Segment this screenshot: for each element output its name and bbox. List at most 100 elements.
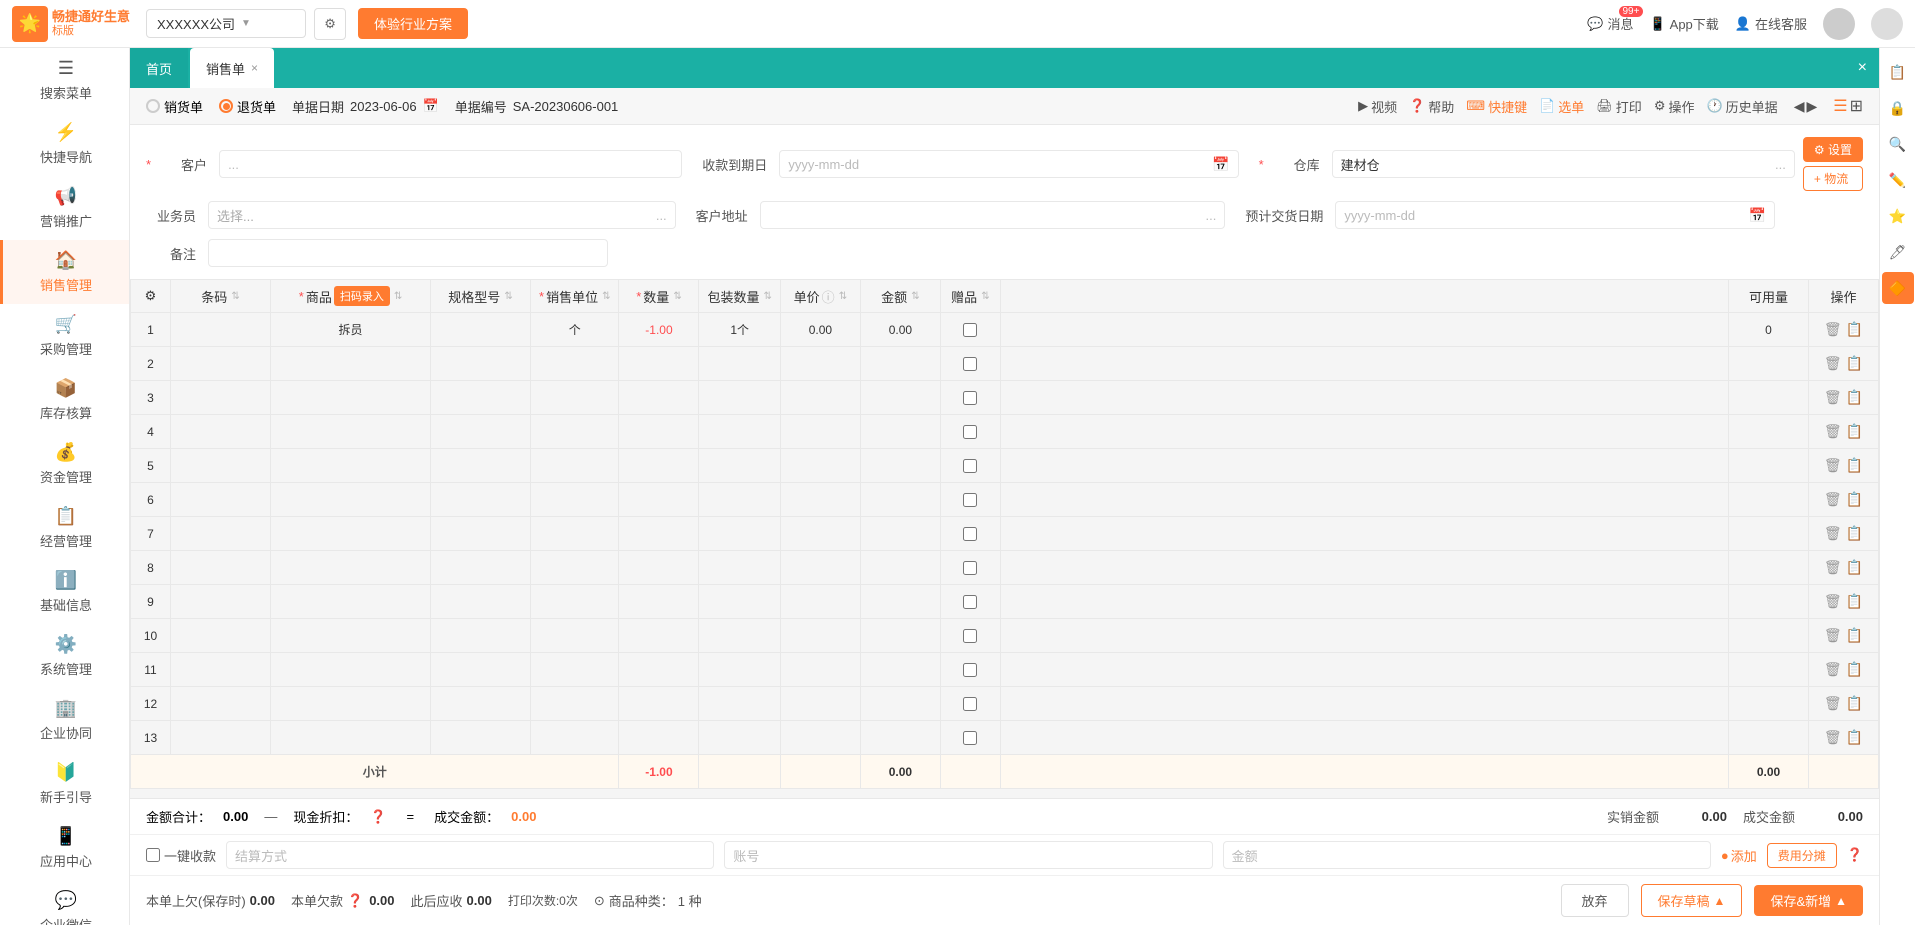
gift-checkbox[interactable]: [963, 391, 977, 405]
sidebar-item-sales-mgmt[interactable]: 🏠 销售管理: [0, 240, 129, 304]
cell-gift[interactable]: [940, 483, 1000, 517]
cell-qty[interactable]: [619, 449, 699, 483]
cell-price[interactable]: [780, 585, 860, 619]
copy-icon[interactable]: 📋: [1846, 423, 1863, 440]
cell-price[interactable]: [780, 483, 860, 517]
toolbar-history[interactable]: 🕐 历史单据: [1706, 97, 1777, 116]
debt-question-icon[interactable]: ❓: [347, 893, 363, 909]
right-panel-pen-button[interactable]: 🖊: [1882, 236, 1914, 268]
cell-price[interactable]: [780, 653, 860, 687]
app-download-button[interactable]: 📱 App下载: [1649, 14, 1718, 33]
amount-input[interactable]: 金额: [1223, 841, 1711, 869]
delivery-date-input[interactable]: yyyy-mm-dd 📅: [1335, 201, 1775, 229]
fee-question-icon[interactable]: ❓: [1847, 847, 1863, 863]
copy-icon[interactable]: 📋: [1846, 389, 1863, 406]
sidebar-item-app-center[interactable]: 📱 应用中心: [0, 816, 129, 880]
cell-spec[interactable]: [431, 449, 531, 483]
cell-gift[interactable]: [940, 653, 1000, 687]
cell-pack[interactable]: [699, 517, 780, 551]
product-type-icon[interactable]: ⊙: [594, 893, 605, 909]
sort-qty-icon[interactable]: ⇅: [673, 291, 681, 302]
cell-product[interactable]: [271, 687, 431, 721]
delete-icon[interactable]: 🗑: [1824, 525, 1842, 542]
avatar-secondary[interactable]: [1871, 8, 1903, 40]
cell-barcode[interactable]: [171, 653, 271, 687]
one-click-payment-checkbox[interactable]: 一键收款: [146, 846, 216, 865]
trial-button[interactable]: 体验行业方案: [358, 8, 468, 39]
save-draft-button[interactable]: 保存草稿 ▲: [1641, 884, 1743, 917]
toolbar-print[interactable]: 🖨 打印: [1596, 97, 1642, 116]
copy-icon[interactable]: 📋: [1846, 525, 1863, 542]
sort-pack-icon[interactable]: ⇅: [763, 291, 771, 302]
cell-barcode[interactable]: [171, 551, 271, 585]
cell-unit[interactable]: [531, 347, 619, 381]
cell-product[interactable]: [271, 653, 431, 687]
cell-spec[interactable]: [431, 687, 531, 721]
sidebar-item-sys-mgmt[interactable]: ⚙️ 系统管理: [0, 624, 129, 688]
sidebar-item-basic-info[interactable]: ℹ️ 基础信息: [0, 560, 129, 624]
cell-product[interactable]: [271, 551, 431, 585]
sort-barcode-icon[interactable]: ⇅: [231, 291, 239, 302]
abandon-button[interactable]: 放弃: [1561, 884, 1629, 917]
cell-spec[interactable]: [431, 483, 531, 517]
cell-qty[interactable]: [619, 653, 699, 687]
customer-input[interactable]: ...: [219, 150, 682, 178]
cell-barcode[interactable]: [171, 687, 271, 721]
delete-icon[interactable]: 🗑: [1824, 695, 1842, 712]
cell-remark[interactable]: [1000, 347, 1728, 381]
cell-barcode[interactable]: [171, 347, 271, 381]
gift-checkbox[interactable]: [963, 731, 977, 745]
cell-barcode[interactable]: [171, 619, 271, 653]
cell-unit[interactable]: [531, 517, 619, 551]
cell-remark[interactable]: [1000, 585, 1728, 619]
cell-gift[interactable]: [940, 687, 1000, 721]
cell-pack[interactable]: [699, 551, 780, 585]
cell-price[interactable]: [780, 551, 860, 585]
cell-spec[interactable]: [431, 619, 531, 653]
gift-checkbox[interactable]: [963, 323, 977, 337]
cell-pack[interactable]: [699, 721, 780, 755]
right-panel-edit-button[interactable]: ✏️: [1882, 164, 1914, 196]
account-input[interactable]: 账号: [724, 841, 1212, 869]
copy-icon[interactable]: 📋: [1846, 457, 1863, 474]
cell-qty[interactable]: [619, 619, 699, 653]
cell-gift[interactable]: [940, 313, 1000, 347]
cell-remark[interactable]: [1000, 483, 1728, 517]
delete-icon[interactable]: 🗑: [1824, 491, 1842, 508]
cell-spec[interactable]: [431, 721, 531, 755]
toolbar-select[interactable]: 📄 选单: [1539, 97, 1584, 116]
delete-icon[interactable]: 🗑: [1824, 457, 1842, 474]
cell-gift[interactable]: [940, 347, 1000, 381]
cell-gift[interactable]: [940, 721, 1000, 755]
cell-pack[interactable]: [699, 483, 780, 517]
copy-icon[interactable]: 📋: [1846, 559, 1863, 576]
delete-icon[interactable]: 🗑: [1824, 593, 1842, 610]
note-input[interactable]: [208, 239, 608, 267]
prev-arrow[interactable]: ◀: [1794, 98, 1805, 115]
cell-amount[interactable]: [860, 517, 940, 551]
customer-address-input[interactable]: ...: [760, 201, 1226, 229]
gift-checkbox[interactable]: [963, 459, 977, 473]
sort-product-icon[interactable]: ⇅: [394, 291, 402, 302]
delete-icon[interactable]: 🗑: [1824, 321, 1842, 338]
gift-checkbox[interactable]: [963, 527, 977, 541]
cell-qty[interactable]: [619, 483, 699, 517]
fee-split-button[interactable]: 费用分摊: [1767, 843, 1837, 868]
warehouse-input[interactable]: 建材仓 ...: [1332, 150, 1795, 178]
copy-icon[interactable]: 📋: [1846, 491, 1863, 508]
gift-checkbox[interactable]: [963, 595, 977, 609]
cell-product[interactable]: [271, 517, 431, 551]
delete-icon[interactable]: 🗑: [1824, 661, 1842, 678]
cell-amount[interactable]: [860, 585, 940, 619]
cell-qty[interactable]: [619, 517, 699, 551]
collect-date-input[interactable]: yyyy-mm-dd 📅: [779, 150, 1238, 178]
cell-spec[interactable]: [431, 381, 531, 415]
cell-unit[interactable]: [531, 653, 619, 687]
sidebar-item-stock-calc[interactable]: 📦 库存核算: [0, 368, 129, 432]
sort-gift-icon[interactable]: ⇅: [981, 291, 989, 302]
cell-gift[interactable]: [940, 551, 1000, 585]
gift-checkbox[interactable]: [963, 629, 977, 643]
cell-amount[interactable]: [860, 721, 940, 755]
cell-barcode[interactable]: [171, 721, 271, 755]
cell-gift[interactable]: [940, 415, 1000, 449]
